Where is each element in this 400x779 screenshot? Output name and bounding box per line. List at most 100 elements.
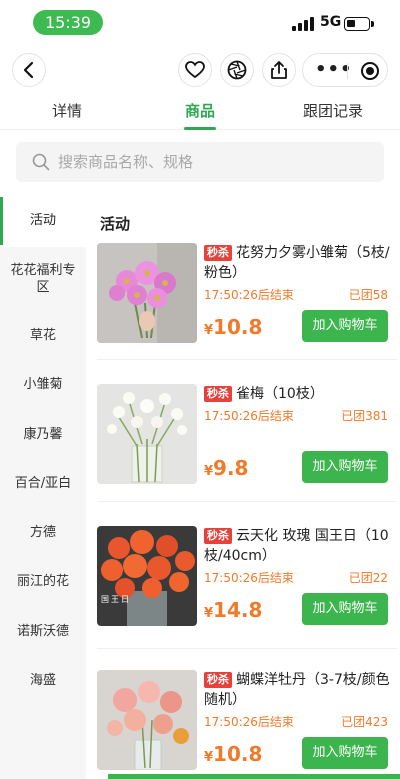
sidebar-item-lily[interactable]: 百合/亚白 xyxy=(0,475,86,492)
bottom-action-bar-edge xyxy=(108,774,400,779)
product-name: 秒杀 花努力夕雾小雏菊（5枝/粉色） xyxy=(204,243,392,283)
product-card[interactable]: 秒杀 蝴蝶洋牡丹（3-7枝/颜色随机） 17:50:26后结束 已团423 ¥10… xyxy=(86,670,400,779)
sold-count: 已团22 xyxy=(348,571,388,585)
image-caption: 国王日 xyxy=(101,595,131,604)
status-time: 15:39 xyxy=(33,10,103,35)
currency: ¥ xyxy=(204,606,214,621)
sidebar-item-nordic[interactable]: 诺斯沃德 xyxy=(0,623,86,640)
product-meta: 17:50:26后结束 已团58 xyxy=(204,286,392,303)
flash-sale-tag: 秒杀 xyxy=(204,528,232,544)
favorite-button[interactable] xyxy=(178,53,212,87)
countdown: 17:50:26后结束 xyxy=(204,409,294,423)
mini-program-capsule: ••• xyxy=(302,53,388,87)
product-info: 秒杀 花努力夕雾小雏菊（5枝/粉色） 17:50:26后结束 已团58 ¥10.8… xyxy=(204,243,392,342)
product-price: ¥14.8 xyxy=(204,598,262,622)
divider xyxy=(97,359,397,360)
share-button[interactable] xyxy=(262,53,296,87)
sidebar-item-carnation[interactable]: 康乃馨 xyxy=(0,426,86,443)
sidebar-item-daisy[interactable]: 小雏菊 xyxy=(0,376,86,393)
product-info: 秒杀 蝴蝶洋牡丹（3-7枝/颜色随机） 17:50:26后结束 已团423 ¥10… xyxy=(204,670,392,769)
product-name: 秒杀 云天化 玫瑰 国王日（10枝/40cm） xyxy=(204,526,392,566)
sidebar-item-welfare[interactable]: 花花福利专区 xyxy=(0,262,86,296)
product-image-ranunculus[interactable] xyxy=(97,670,197,770)
product-price: ¥10.8 xyxy=(204,742,262,766)
product-card[interactable]: 国王日 秒杀 云天化 玫瑰 国王日（10枝/40cm） 17:50:26后结束 已… xyxy=(86,526,400,636)
back-button[interactable] xyxy=(12,53,46,87)
divider xyxy=(97,648,397,649)
currency: ¥ xyxy=(204,464,214,479)
sidebar-item-grass-flowers[interactable]: 草花 xyxy=(0,327,86,344)
battery-icon xyxy=(344,17,374,31)
product-list: 活动 秒杀 花努力夕雾小雏菊（5枝/粉色） 17:50:26后结束 已团58 ¥… xyxy=(86,195,400,779)
sold-count: 已团423 xyxy=(341,715,388,729)
sidebar-item-label: 小雏菊 xyxy=(23,377,63,392)
product-name: 秒杀 雀梅（10枝） xyxy=(204,384,392,404)
tab-active-indicator xyxy=(184,127,216,130)
sidebar-item-label: 丽江的花 xyxy=(16,574,69,589)
tab-products[interactable]: 商品 xyxy=(140,100,260,121)
capsule-divider xyxy=(347,63,348,79)
sidebar-item-label: 海盛 xyxy=(29,673,56,688)
price-value: 10.8 xyxy=(213,742,263,766)
sold-count: 已团58 xyxy=(348,288,388,302)
search-input[interactable] xyxy=(58,153,358,171)
add-to-cart-button[interactable]: 加入购物车 xyxy=(302,310,388,342)
share-icon xyxy=(271,61,287,79)
product-name: 秒杀 蝴蝶洋牡丹（3-7枝/颜色随机） xyxy=(204,670,392,710)
product-price: ¥9.8 xyxy=(204,456,248,480)
flash-sale-tag: 秒杀 xyxy=(204,386,232,402)
product-title: 雀梅（10枝） xyxy=(236,386,324,402)
product-info: 秒杀 雀梅（10枝） 17:50:26后结束 已团381 ¥9.8 加入购物车 xyxy=(204,384,392,483)
sidebar-item-label: 方德 xyxy=(29,525,56,540)
sidebar-item-label: 诺斯沃德 xyxy=(16,624,69,639)
sidebar-item-haisheng[interactable]: 海盛 xyxy=(0,672,86,689)
heart-icon xyxy=(185,61,205,79)
product-image-pink-daisy[interactable] xyxy=(97,243,197,343)
product-image-orange-roses[interactable]: 国王日 xyxy=(97,526,197,626)
sidebar-item-fangde[interactable]: 方德 xyxy=(0,524,86,541)
product-image-white-flowers[interactable] xyxy=(97,384,197,484)
product-meta: 17:50:26后结束 已团381 xyxy=(204,407,392,424)
search-icon xyxy=(32,153,50,171)
sidebar-item-lijiang[interactable]: 丽江的花 xyxy=(0,573,86,590)
status-bar: 15:39 5G xyxy=(0,0,400,46)
countdown: 17:50:26后结束 xyxy=(204,571,294,585)
shutter-button[interactable] xyxy=(220,53,254,87)
sidebar-active-indicator xyxy=(0,197,3,245)
tab-bar: 详情 商品 跟团记录 xyxy=(0,96,400,130)
product-card[interactable]: 秒杀 雀梅（10枝） 17:50:26后结束 已团381 ¥9.8 加入购物车 xyxy=(86,384,400,494)
price-value: 9.8 xyxy=(213,456,249,480)
flash-sale-tag: 秒杀 xyxy=(204,245,232,261)
product-info: 秒杀 云天化 玫瑰 国王日（10枝/40cm） 17:50:26后结束 已团22 … xyxy=(204,526,392,625)
section-title: 活动 xyxy=(100,215,131,233)
add-to-cart-button[interactable]: 加入购物车 xyxy=(302,737,388,769)
sidebar-item-label: 活动 xyxy=(29,213,56,228)
currency: ¥ xyxy=(204,323,214,338)
back-arrow-icon xyxy=(23,61,34,79)
tab-details[interactable]: 详情 xyxy=(7,100,127,121)
add-to-cart-button[interactable]: 加入购物车 xyxy=(302,593,388,625)
sidebar-item-label: 康乃馨 xyxy=(23,427,63,442)
add-to-cart-button[interactable]: 加入购物车 xyxy=(302,451,388,483)
sold-count: 已团381 xyxy=(341,409,388,423)
sidebar-item-activity[interactable]: 活动 xyxy=(0,195,86,247)
category-sidebar: 活动 花花福利专区 草花 小雏菊 康乃馨 百合/亚白 方德 丽江的花 诺斯沃德 … xyxy=(0,195,86,779)
product-meta: 17:50:26后结束 已团22 xyxy=(204,569,392,586)
sidebar-item-label: 草花 xyxy=(29,328,56,343)
close-miniprogram-icon[interactable] xyxy=(361,62,379,80)
sidebar-item-label: 花花福利专区 xyxy=(10,263,76,295)
product-price: ¥10.8 xyxy=(204,315,262,339)
tab-group-records[interactable]: 跟团记录 xyxy=(273,100,393,121)
nav-bar: ••• xyxy=(0,50,400,94)
search-box[interactable] xyxy=(16,142,384,182)
countdown: 17:50:26后结束 xyxy=(204,288,294,302)
sidebar-item-label: 百合/亚白 xyxy=(14,476,72,491)
price-value: 14.8 xyxy=(213,598,263,622)
countdown: 17:50:26后结束 xyxy=(204,715,294,729)
flash-sale-tag: 秒杀 xyxy=(204,672,232,688)
product-meta: 17:50:26后结束 已团423 xyxy=(204,713,392,730)
currency: ¥ xyxy=(204,750,214,765)
aperture-icon xyxy=(227,60,247,80)
product-card[interactable]: 秒杀 花努力夕雾小雏菊（5枝/粉色） 17:50:26后结束 已团58 ¥10.8… xyxy=(86,243,400,353)
network-type: 5G xyxy=(320,14,342,30)
